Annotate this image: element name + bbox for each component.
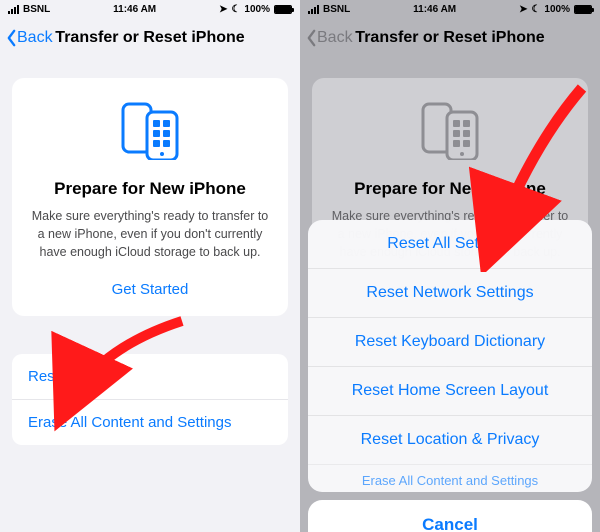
reset-row[interactable]: Reset bbox=[12, 354, 288, 399]
page-title: Transfer or Reset iPhone bbox=[355, 29, 544, 47]
status-bar: BSNL 11:46 AM ➤ ☾ 100% bbox=[0, 0, 300, 18]
back-label: Back bbox=[317, 29, 353, 47]
screenshot-left: BSNL 11:46 AM ➤ ☾ 100% Back Transfer or … bbox=[0, 0, 300, 532]
nav-bar: Back Transfer or Reset iPhone bbox=[0, 18, 300, 58]
back-button: Back bbox=[306, 29, 353, 47]
back-button[interactable]: Back bbox=[6, 29, 53, 47]
chevron-left-icon bbox=[306, 29, 317, 47]
location-icon: ➤ bbox=[519, 4, 527, 15]
options-list: Reset Erase All Content and Settings bbox=[12, 354, 288, 445]
prepare-body: Make sure everything's ready to transfer… bbox=[30, 207, 270, 261]
screenshot-right: BSNL 11:46 AM ➤ ☾ 100% Back Transfer or … bbox=[300, 0, 600, 532]
prepare-title: Prepare for New iPhone bbox=[30, 179, 270, 199]
prepare-title: Prepare for New iPhone bbox=[330, 179, 570, 199]
signal-icon bbox=[308, 4, 319, 14]
time-label: 11:46 AM bbox=[413, 4, 456, 15]
signal-icon bbox=[8, 4, 19, 14]
prepare-card: Prepare for New iPhone Make sure everyth… bbox=[12, 78, 288, 316]
dnd-icon: ☾ bbox=[231, 4, 240, 15]
reset-home-screen-layout[interactable]: Reset Home Screen Layout bbox=[308, 366, 592, 415]
location-icon: ➤ bbox=[219, 4, 227, 15]
reset-location-privacy[interactable]: Reset Location & Privacy bbox=[308, 415, 592, 464]
battery-pct: 100% bbox=[544, 4, 570, 15]
reset-all-settings[interactable]: Reset All Settings bbox=[308, 220, 592, 268]
back-label: Back bbox=[17, 29, 53, 47]
battery-icon bbox=[574, 5, 592, 14]
two-phones-icon bbox=[117, 100, 183, 165]
chevron-left-icon bbox=[6, 29, 17, 47]
erase-all-peek[interactable]: Erase All Content and Settings bbox=[308, 464, 592, 492]
reset-action-sheet: Reset All Settings Reset Network Setting… bbox=[308, 220, 592, 532]
erase-all-row[interactable]: Erase All Content and Settings bbox=[12, 399, 288, 445]
nav-bar: Back Transfer or Reset iPhone bbox=[300, 18, 600, 58]
dnd-icon: ☾ bbox=[531, 4, 540, 15]
carrier-label: BSNL bbox=[23, 4, 50, 15]
status-bar: BSNL 11:46 AM ➤ ☾ 100% bbox=[300, 0, 600, 18]
cancel-button[interactable]: Cancel bbox=[308, 500, 592, 532]
reset-network-settings[interactable]: Reset Network Settings bbox=[308, 268, 592, 317]
two-phones-icon bbox=[417, 100, 483, 165]
get-started-link[interactable]: Get Started bbox=[30, 281, 270, 298]
page-title: Transfer or Reset iPhone bbox=[55, 29, 244, 47]
reset-keyboard-dictionary[interactable]: Reset Keyboard Dictionary bbox=[308, 317, 592, 366]
time-label: 11:46 AM bbox=[113, 4, 156, 15]
carrier-label: BSNL bbox=[323, 4, 350, 15]
battery-icon bbox=[274, 5, 292, 14]
sheet-options: Reset All Settings Reset Network Setting… bbox=[308, 220, 592, 492]
battery-pct: 100% bbox=[244, 4, 270, 15]
